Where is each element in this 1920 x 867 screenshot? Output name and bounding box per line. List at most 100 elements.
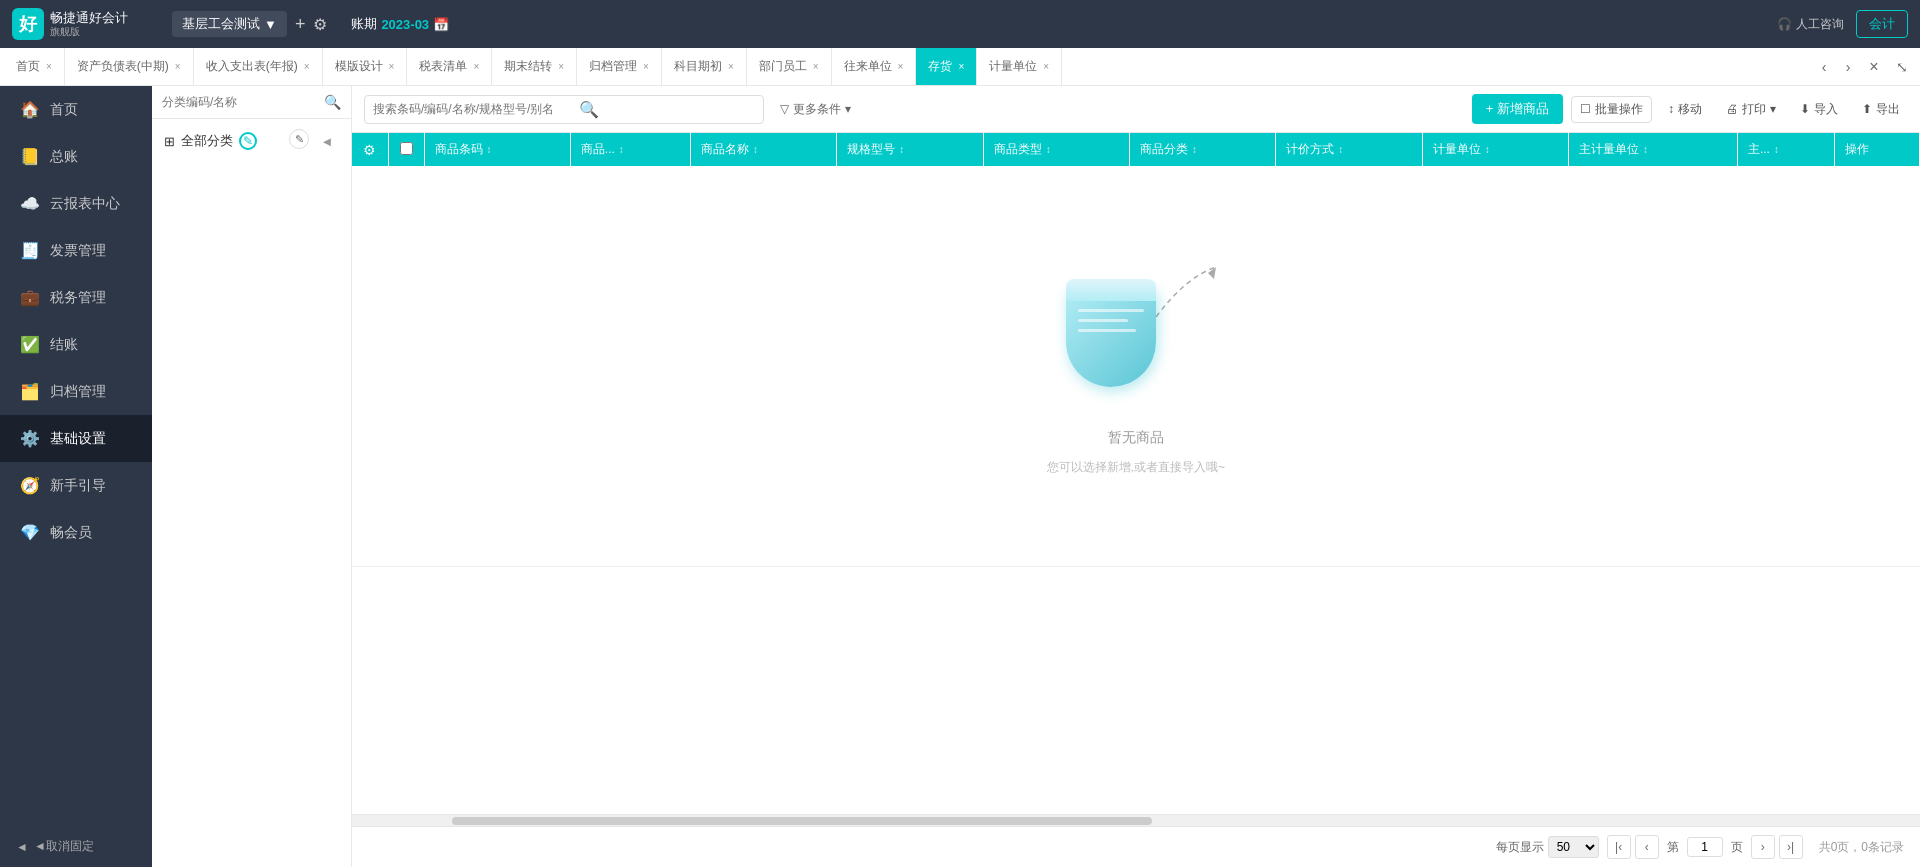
move-button[interactable]: ↕ 移动 [1660,97,1710,122]
horizontal-scrollbar[interactable] [352,814,1920,826]
sort-icon[interactable]: ↕ [487,144,492,155]
prev-page-btn[interactable]: ‹ [1635,835,1659,859]
nav-item-归档管理[interactable]: 🗂️归档管理 [0,368,152,415]
tab-close-icon[interactable]: × [175,61,181,72]
period-label: 账期 [351,15,377,33]
nav-item-首页[interactable]: 🏠首页 [0,86,152,133]
col-header-7[interactable]: 商品分类↕ [1129,133,1275,166]
tab-close-icon[interactable]: × [558,61,564,72]
sort-icon[interactable]: ↕ [1774,144,1779,155]
tab-close-icon[interactable]: × [728,61,734,72]
column-settings-icon[interactable]: ⚙ [363,142,376,158]
col-label-5: 规格型号 [847,142,895,156]
category-collapse-btn[interactable]: ◄ [315,129,339,153]
account-button[interactable]: 会计 [1856,10,1908,38]
col-header-6[interactable]: 商品类型↕ [983,133,1129,166]
search-icon[interactable]: 🔍 [324,94,341,110]
tab-科目期初[interactable]: 科目期初× [662,48,747,86]
tab-首页[interactable]: 首页× [4,48,65,86]
tab-close-icon[interactable]: × [813,61,819,72]
calendar-icon[interactable]: 📅 [433,17,449,32]
col-header-3[interactable]: 商品...↕ [570,133,690,166]
print-label: 打印 [1742,101,1766,118]
last-page-btn[interactable]: ›| [1779,835,1803,859]
category-search: 🔍 [152,86,351,119]
tab-close-icon[interactable]: × [389,61,395,72]
nav-item-新手引导[interactable]: 🧭新手引导 [0,462,152,509]
tab-税表清单[interactable]: 税表清单× [407,48,492,86]
category-edit-icon[interactable]: ✎ [289,129,309,149]
batch-button[interactable]: ☐ 批量操作 [1571,96,1652,123]
col-header-5[interactable]: 规格型号 ↕ [837,133,983,166]
nav-item-总账[interactable]: 📒总账 [0,133,152,180]
tab-期末结转[interactable]: 期末结转× [492,48,577,86]
sort-icon[interactable]: ↕ [1485,144,1490,155]
plus-icon[interactable]: + [295,14,306,35]
tab-资产负债表(中期)[interactable]: 资产负债表(中期)× [65,48,194,86]
category-search-input[interactable] [162,95,318,109]
sort-icon[interactable]: ↕ [619,144,624,155]
sort-icon[interactable]: ↕ [1338,144,1343,155]
tab-expand[interactable]: ⤡ [1888,48,1916,86]
select-all-checkbox[interactable] [400,142,413,155]
tab-close-icon[interactable]: × [643,61,649,72]
sort-icon[interactable]: ↕ [1643,144,1648,155]
col-header-4[interactable]: 商品名称↕ [690,133,836,166]
tab-close-icon[interactable]: × [898,61,904,72]
add-product-button[interactable]: + 新增商品 [1472,94,1563,124]
nav-item-基础设置[interactable]: ⚙️基础设置 [0,415,152,462]
per-page-select[interactable]: 50 100 200 [1548,836,1599,858]
tab-往来单位[interactable]: 往来单位× [832,48,917,86]
tab-close-icon[interactable]: × [1043,61,1049,72]
tab-nav-left[interactable]: ‹ [1812,48,1836,86]
tab-归档管理[interactable]: 归档管理× [577,48,662,86]
tab-close-icon[interactable]: × [304,61,310,72]
tab-close-icon[interactable]: × [958,61,964,72]
tab-label: 存货 [928,58,952,75]
empty-title: 暂无商品 [1108,429,1164,447]
import-button[interactable]: ⬇ 导入 [1792,97,1846,122]
tab-label: 模版设计 [335,58,383,75]
nav-item-云报表中心[interactable]: ☁️云报表中心 [0,180,152,227]
nav-item-畅会员[interactable]: 💎畅会员 [0,509,152,556]
tab-close-all[interactable]: × [1860,48,1888,86]
scroll-thumb[interactable] [452,817,1152,825]
sidebar-collapse-btn[interactable]: ◄ ◄取消固定 [0,826,152,867]
tab-部门员工[interactable]: 部门员工× [747,48,832,86]
main-search-input[interactable] [373,102,573,116]
nav-item-税务管理[interactable]: 💼税务管理 [0,274,152,321]
nav-icon: 🧭 [20,476,40,495]
nav-item-发票管理[interactable]: 🧾发票管理 [0,227,152,274]
sort-icon[interactable]: ↕ [1046,144,1051,155]
print-button[interactable]: 🖨 打印 ▾ [1718,97,1784,122]
page-number-input[interactable] [1687,837,1723,857]
search-submit-icon[interactable]: 🔍 [579,100,599,119]
tab-nav-right[interactable]: › [1836,48,1860,86]
col-header-9[interactable]: 计量单位↕ [1422,133,1568,166]
settings-icon[interactable]: ⚙ [313,15,327,34]
tab-close-icon[interactable]: × [473,61,479,72]
sort-icon[interactable]: ↕ [753,144,758,155]
tab-收入支出表(年报)[interactable]: 收入支出表(年报)× [194,48,323,86]
tab-模版设计[interactable]: 模版设计 × [323,48,408,86]
col-header-11[interactable]: 主...↕ [1737,133,1835,166]
company-selector[interactable]: 基层工会测试 ▼ [172,11,287,37]
tab-计量单位[interactable]: 计量单位× [977,48,1062,86]
first-page-btn[interactable]: |‹ [1607,835,1631,859]
category-panel: 🔍 ⊞ 全部分类 ✎ ✎ ◄ [152,86,352,867]
tab-close-icon[interactable]: × [46,61,52,72]
nav-item-结账[interactable]: ✅结账 [0,321,152,368]
col-header-10[interactable]: 主计量单位↕ [1569,133,1738,166]
tab-存货[interactable]: 存货 × [916,48,977,86]
next-page-btn[interactable]: › [1751,835,1775,859]
category-all-label[interactable]: 全部分类 [181,132,233,150]
sort-icon[interactable]: ↕ [899,144,904,155]
service-button[interactable]: 🎧 人工咨询 [1777,16,1844,33]
col-header-2[interactable]: 商品条码↕ [424,133,570,166]
filter-button[interactable]: ▽ 更多条件 ▾ [772,97,859,122]
sort-icon[interactable]: ↕ [1192,144,1197,155]
col-header-12[interactable]: 操作 [1835,133,1920,166]
filter-chevron-icon: ▾ [845,102,851,116]
export-button[interactable]: ⬆ 导出 [1854,97,1908,122]
col-header-8[interactable]: 计价方式↕ [1276,133,1422,166]
